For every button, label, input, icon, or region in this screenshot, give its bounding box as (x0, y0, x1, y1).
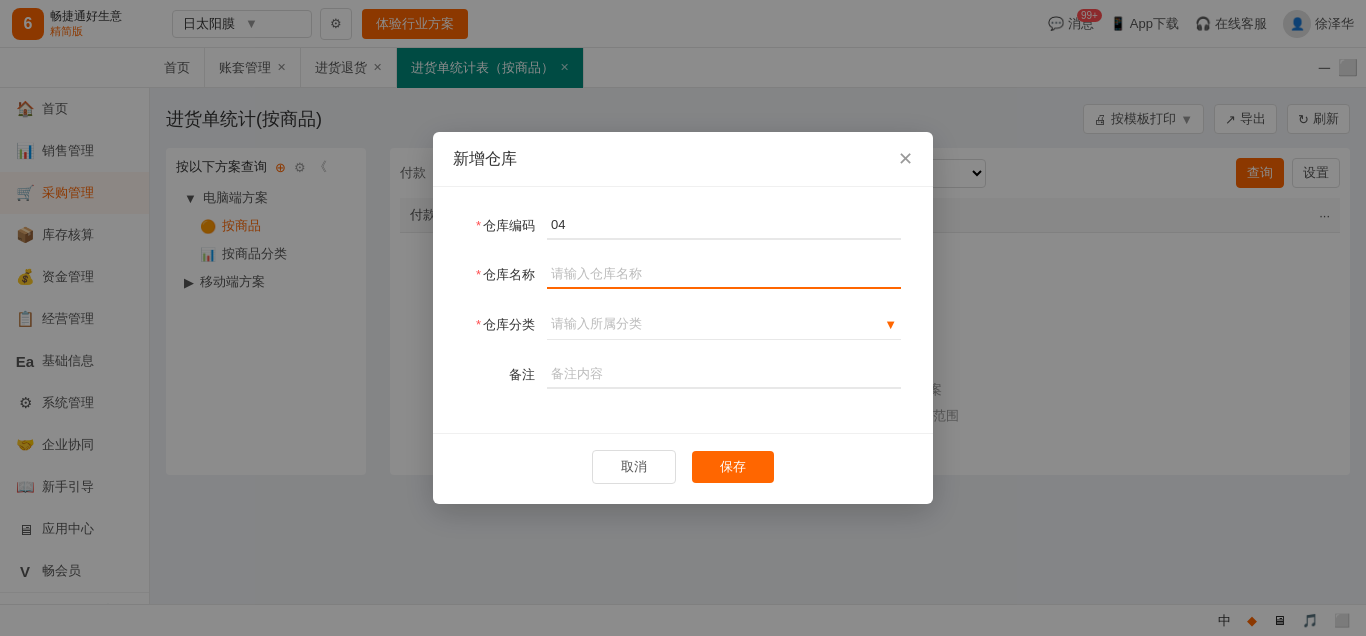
warehouse-code-label: *仓库编码 (465, 217, 535, 235)
warehouse-category-select[interactable]: 请输入所属分类 ▼ (547, 309, 901, 340)
category-dropdown-icon: ▼ (884, 317, 897, 332)
cancel-button[interactable]: 取消 (592, 450, 676, 484)
warehouse-code-row: *仓库编码 (465, 211, 901, 240)
modal-overlay: 新增仓库 ✕ *仓库编码 *仓库名称 *仓库分类 (0, 0, 1366, 636)
warehouse-category-row: *仓库分类 请输入所属分类 ▼ (465, 309, 901, 340)
warehouse-name-row: *仓库名称 (465, 260, 901, 289)
add-warehouse-modal: 新增仓库 ✕ *仓库编码 *仓库名称 *仓库分类 (433, 132, 933, 504)
warehouse-name-label: *仓库名称 (465, 266, 535, 284)
modal-footer: 取消 保存 (433, 433, 933, 504)
save-button[interactable]: 保存 (692, 451, 774, 483)
warehouse-category-label: *仓库分类 (465, 316, 535, 334)
warehouse-remark-label: 备注 (465, 366, 535, 384)
modal-title: 新增仓库 (453, 149, 517, 170)
warehouse-name-input[interactable] (547, 260, 901, 289)
warehouse-remark-row: 备注 (465, 360, 901, 389)
modal-header: 新增仓库 ✕ (433, 132, 933, 187)
warehouse-remark-input[interactable] (547, 360, 901, 389)
category-placeholder: 请输入所属分类 (551, 315, 884, 333)
modal-close-icon[interactable]: ✕ (898, 148, 913, 170)
modal-body: *仓库编码 *仓库名称 *仓库分类 请输入所属分类 ▼ (433, 187, 933, 433)
warehouse-code-input[interactable] (547, 211, 901, 240)
